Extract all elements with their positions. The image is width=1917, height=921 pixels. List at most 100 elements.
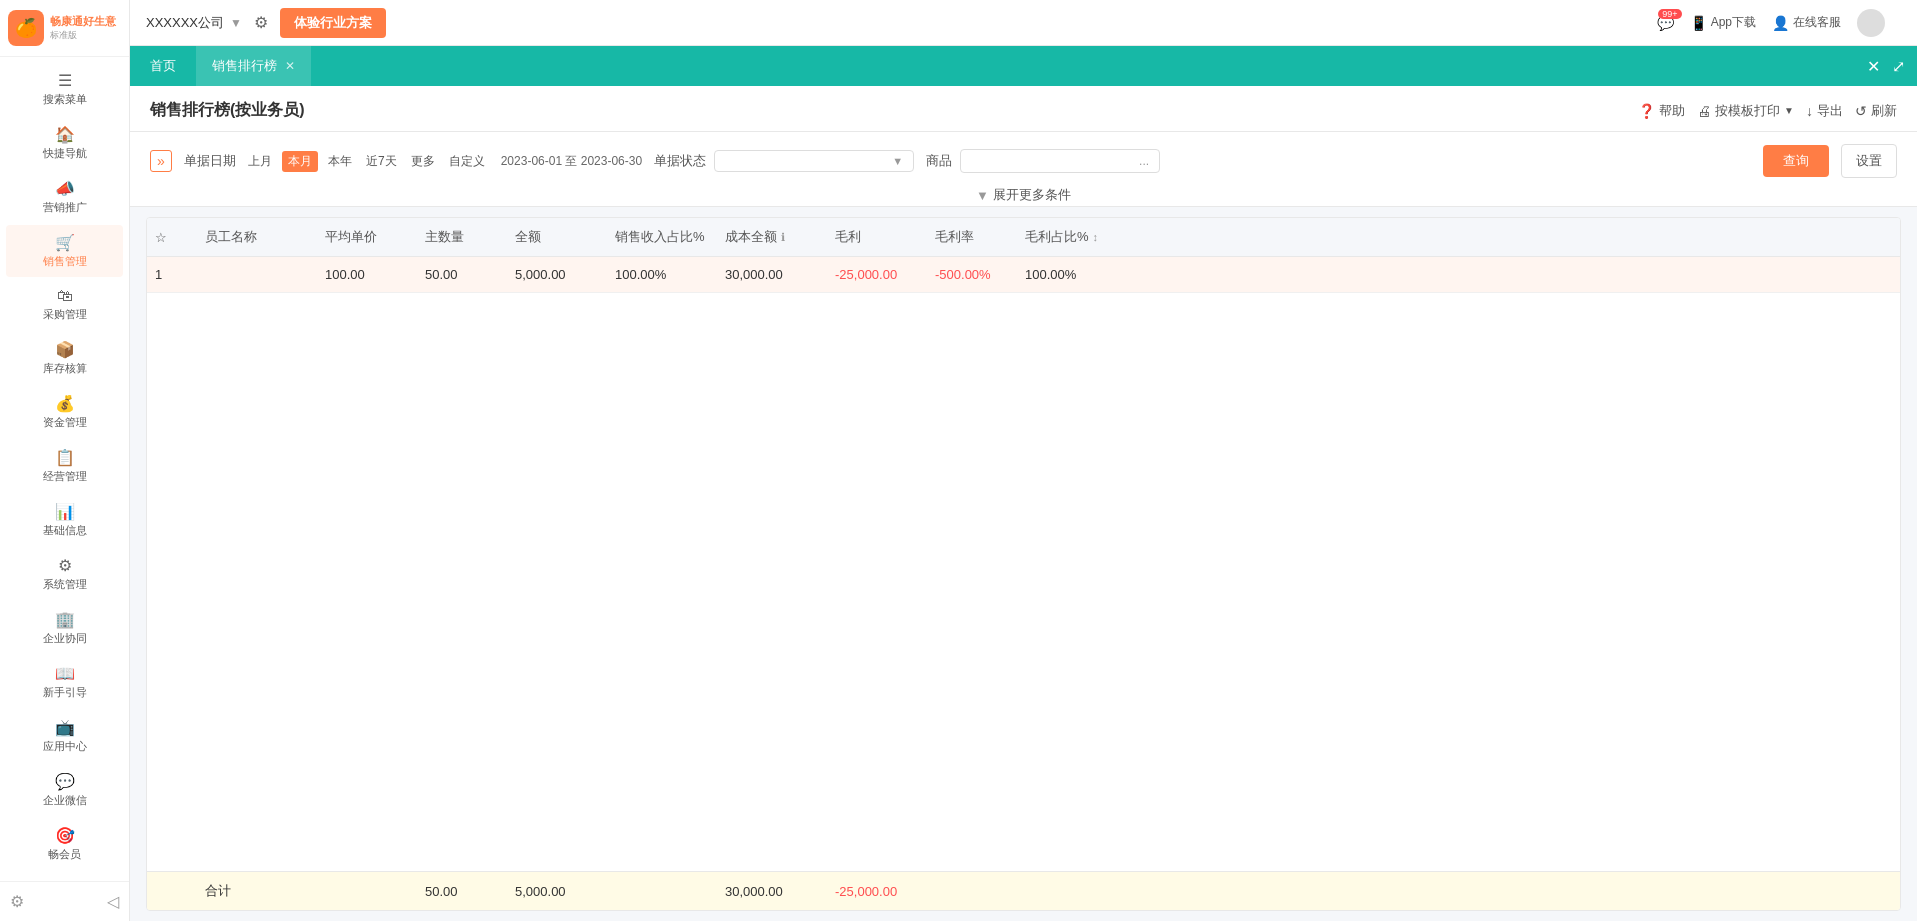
menu-icon: ☰ (58, 71, 72, 90)
window-close-icon[interactable]: ✕ (1867, 57, 1880, 76)
nav-label: 快捷导航 (43, 146, 87, 161)
footer-profit: -25,000.00 (827, 872, 927, 910)
nav-label: 采购管理 (43, 307, 87, 322)
tab-home[interactable]: 首页 (130, 46, 196, 86)
nav-label: 企业协同 (43, 631, 87, 646)
page-title: 销售排行榜(按业务员) (150, 100, 305, 121)
this-year-btn[interactable]: 本年 (324, 151, 356, 172)
nav-label: 营销推广 (43, 200, 87, 215)
company-selector[interactable]: XXXXXX公司 ▼ (146, 14, 242, 32)
nav-label: 基础信息 (43, 523, 87, 538)
status-select[interactable]: ▼ (714, 150, 914, 172)
refresh-icon: ↺ (1855, 103, 1867, 119)
footer-qty: 50.00 (417, 872, 507, 910)
star-icon: ☆ (155, 230, 167, 245)
sidebar-item-purchase[interactable]: 🛍 采购管理 (6, 279, 123, 330)
col-header-profit-ratio[interactable]: 毛利占比% ↕ (1017, 218, 1117, 256)
tab-close-icon[interactable]: ✕ (285, 59, 295, 73)
topbar-settings-icon[interactable]: ⚙ (254, 13, 268, 32)
this-month-btn[interactable]: 本月 (282, 151, 318, 172)
guide-icon: 📖 (55, 664, 75, 683)
sidebar-item-finance[interactable]: 💰 资金管理 (6, 386, 123, 438)
user-avatar[interactable] (1857, 9, 1885, 37)
tabbar: 首页 销售排行榜 ✕ ✕ ⤢ (130, 46, 1917, 86)
nav-label: 销售管理 (43, 254, 87, 269)
sidebar-item-search-order[interactable]: ☰ 搜索菜单 (6, 63, 123, 115)
table-footer: 合计 50.00 5,000.00 30,000.00 -25,000.00 (147, 871, 1900, 910)
col-header-cost: 成本全额 ℹ (717, 218, 827, 256)
tab-sales-rank[interactable]: 销售排行榜 ✕ (196, 46, 311, 86)
sidebar-item-enterprise[interactable]: 🏢 企业协同 (6, 602, 123, 654)
goods-more-icon: ... (1139, 154, 1149, 168)
col-avg-price-label: 平均单价 (325, 228, 377, 246)
refresh-button[interactable]: ↺ 刷新 (1855, 102, 1897, 120)
page-content: 销售排行榜(按业务员) ❓ 帮助 🖨 按模板打印 ▼ ↓ 导出 ↺ 刷新 (130, 86, 1917, 921)
nav-label: 新手引导 (43, 685, 87, 700)
export-button[interactable]: ↓ 导出 (1806, 102, 1843, 120)
sidebar-item-marketing[interactable]: 📣 营销推广 (6, 171, 123, 223)
print-button[interactable]: 🖨 按模板打印 ▼ (1697, 102, 1794, 120)
sidebar-collapse-icon[interactable]: ◁ (107, 892, 119, 911)
data-table: ☆ 员工名称 平均单价 主数量 全额 销售收入占比% 成本全额 (146, 217, 1901, 911)
message-badge: 99+ (1658, 9, 1681, 19)
nav-label: 应用中心 (43, 739, 87, 754)
operation-icon: 📋 (55, 448, 75, 467)
col-amount-label: 全额 (515, 228, 541, 246)
expand-more-button[interactable]: ▼ 展开更多条件 (976, 186, 1071, 204)
sort-icon[interactable]: ↕ (1093, 231, 1099, 243)
sidebar-item-wechat[interactable]: 💬 企业微信 (6, 764, 123, 816)
trial-button[interactable]: 体验行业方案 (280, 8, 386, 38)
message-button[interactable]: 💬 99+ (1657, 15, 1674, 31)
table-row: 1 100.00 50.00 5,000.00 100.00% 30,000.0… (147, 257, 1900, 293)
footer-label (147, 872, 197, 910)
last-month-btn[interactable]: 上月 (244, 151, 276, 172)
nav-label: 搜索菜单 (43, 92, 87, 107)
sidebar-item-app-center[interactable]: 📺 应用中心 (6, 710, 123, 762)
sidebar-item-sales[interactable]: 🛒 销售管理 (6, 225, 123, 277)
goods-input[interactable]: ... (960, 149, 1160, 173)
home-icon: 🏠 (55, 125, 75, 144)
wechat-icon: 💬 (55, 772, 75, 791)
app-download-btn[interactable]: 📱 App下载 (1690, 14, 1756, 31)
system-icon: ⚙ (58, 556, 72, 575)
custom-date-btn[interactable]: 自定义 (445, 151, 489, 172)
help-button[interactable]: ❓ 帮助 (1638, 102, 1685, 120)
cell-rank: 1 (147, 257, 197, 292)
member-icon: 🎯 (55, 826, 75, 845)
online-service-btn[interactable]: 👤 在线客服 (1772, 14, 1841, 31)
sidebar-item-system[interactable]: ⚙ 系统管理 (6, 548, 123, 600)
sidebar-item-operation[interactable]: 📋 经营管理 (6, 440, 123, 492)
nav-label: 畅会员 (48, 847, 81, 862)
col-header-profit-rate: 毛利率 (927, 218, 1017, 256)
query-button[interactable]: 查询 (1763, 145, 1829, 177)
sidebar-item-member[interactable]: 🎯 畅会员 (6, 818, 123, 870)
col-header-profit: 毛利 (827, 218, 927, 256)
tab-window-actions: ✕ ⤢ (1867, 57, 1917, 76)
service-icon: 👤 (1772, 15, 1789, 31)
cell-qty: 50.00 (417, 257, 507, 292)
last-7-days-btn[interactable]: 近7天 (362, 151, 401, 172)
col-profit-ratio-label: 毛利占比% (1025, 228, 1089, 246)
sidebar-item-quick-nav[interactable]: 🏠 快捷导航 (6, 117, 123, 169)
cost-tip-icon[interactable]: ℹ (781, 231, 785, 244)
sidebar-settings-icon[interactable]: ⚙ (10, 892, 24, 911)
export-label: 导出 (1817, 102, 1843, 120)
sidebar-item-guide[interactable]: 📖 新手引导 (6, 656, 123, 708)
more-date-btn[interactable]: 更多 (407, 151, 439, 172)
set-button[interactable]: 设置 (1841, 144, 1897, 178)
status-filter-group: 单据状态 ▼ (654, 150, 914, 172)
col-header-rank[interactable]: ☆ (147, 218, 197, 256)
col-header-sales-ratio: 销售收入占比% (607, 218, 717, 256)
nav-label: 资金管理 (43, 415, 87, 430)
sidebar-item-basic[interactable]: 📊 基础信息 (6, 494, 123, 546)
filter-expand-button[interactable]: » (150, 150, 172, 172)
sidebar-item-inventory[interactable]: 📦 库存核算 (6, 332, 123, 384)
sales-icon: 🛒 (55, 233, 75, 252)
topbar-right: 💬 99+ 📱 App下载 👤 在线客服 (1657, 9, 1901, 37)
window-maximize-icon[interactable]: ⤢ (1892, 57, 1905, 76)
topbar: XXXXXX公司 ▼ ⚙ 体验行业方案 💬 99+ 📱 App下载 👤 在线客服 (130, 0, 1917, 46)
col-name-label: 员工名称 (205, 228, 257, 246)
cell-profit-rate: -500.00% (927, 257, 1017, 292)
page-actions: ❓ 帮助 🖨 按模板打印 ▼ ↓ 导出 ↺ 刷新 (1638, 102, 1897, 120)
nav-label: 经营管理 (43, 469, 87, 484)
